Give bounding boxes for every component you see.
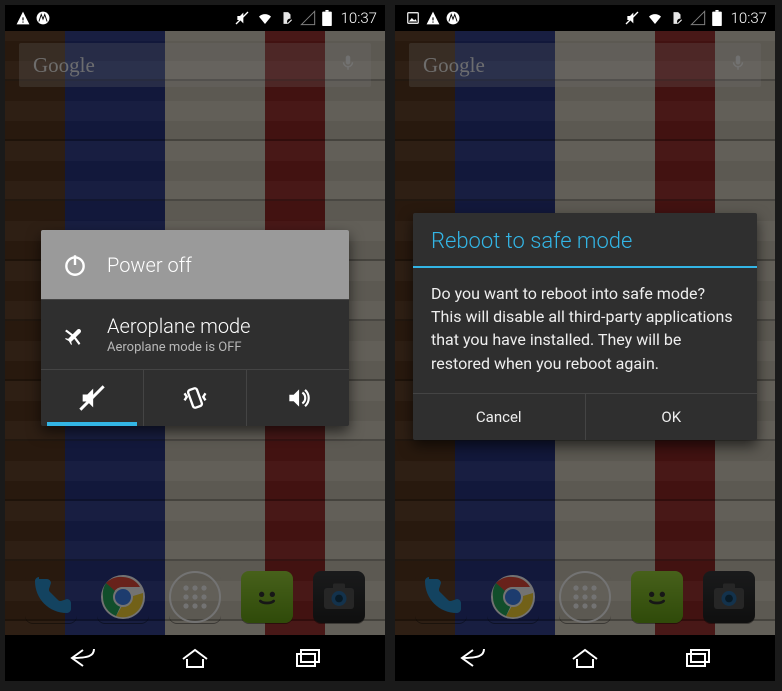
sound-on[interactable] [247, 370, 349, 426]
status-bar: 10:37 [5, 5, 385, 31]
wifi-icon [646, 10, 664, 26]
clock: 10:37 [341, 9, 377, 27]
ok-button[interactable]: OK [586, 394, 758, 440]
phone-left: 10:37 Google Power off Aeroplane mode Ae… [5, 5, 385, 681]
airplane-sub: Aeroplane mode is OFF [107, 340, 251, 355]
nav-bar [5, 635, 385, 681]
warning-icon [426, 11, 440, 25]
wifi-icon [256, 10, 274, 26]
phone-right: 10:37 Google Reboot to safe mode Do you … [395, 5, 775, 681]
motorola-icon [36, 11, 50, 25]
battery-icon [322, 10, 332, 26]
status-bar: 10:37 [395, 5, 775, 31]
power-off-item[interactable]: Power off [41, 230, 349, 300]
warning-icon [16, 11, 30, 25]
nav-recents[interactable] [273, 648, 343, 668]
clock: 10:37 [731, 9, 767, 27]
image-icon [406, 11, 420, 25]
airplane-icon [55, 322, 95, 348]
nav-recents[interactable] [663, 648, 733, 668]
signal-empty-icon [690, 10, 706, 26]
nav-back[interactable] [48, 646, 118, 670]
cancel-button[interactable]: Cancel [413, 394, 586, 440]
sim-disabled-icon [280, 10, 294, 26]
power-icon [55, 252, 95, 278]
sim-disabled-icon [670, 10, 684, 26]
sound-mode-row [41, 370, 349, 426]
nav-bar [395, 635, 775, 681]
sound-silent[interactable] [41, 370, 144, 426]
safe-mode-dialog: Reboot to safe mode Do you want to reboo… [413, 213, 757, 440]
nav-home[interactable] [160, 647, 230, 669]
power-off-label: Power off [107, 253, 192, 277]
mute-icon [234, 10, 250, 26]
airplane-mode-item[interactable]: Aeroplane mode Aeroplane mode is OFF [41, 300, 349, 370]
battery-icon [712, 10, 722, 26]
nav-back[interactable] [438, 646, 508, 670]
dialog-body: Do you want to reboot into safe mode? Th… [413, 276, 757, 393]
sound-vibrate[interactable] [144, 370, 247, 426]
signal-empty-icon [300, 10, 316, 26]
mute-icon [624, 10, 640, 26]
nav-home[interactable] [550, 647, 620, 669]
dialog-title: Reboot to safe mode [413, 213, 757, 266]
dialog-separator [413, 266, 757, 268]
power-menu: Power off Aeroplane mode Aeroplane mode … [41, 230, 349, 426]
airplane-label: Aeroplane mode [107, 314, 251, 338]
dialog-buttons: Cancel OK [413, 393, 757, 440]
motorola-icon [446, 11, 460, 25]
